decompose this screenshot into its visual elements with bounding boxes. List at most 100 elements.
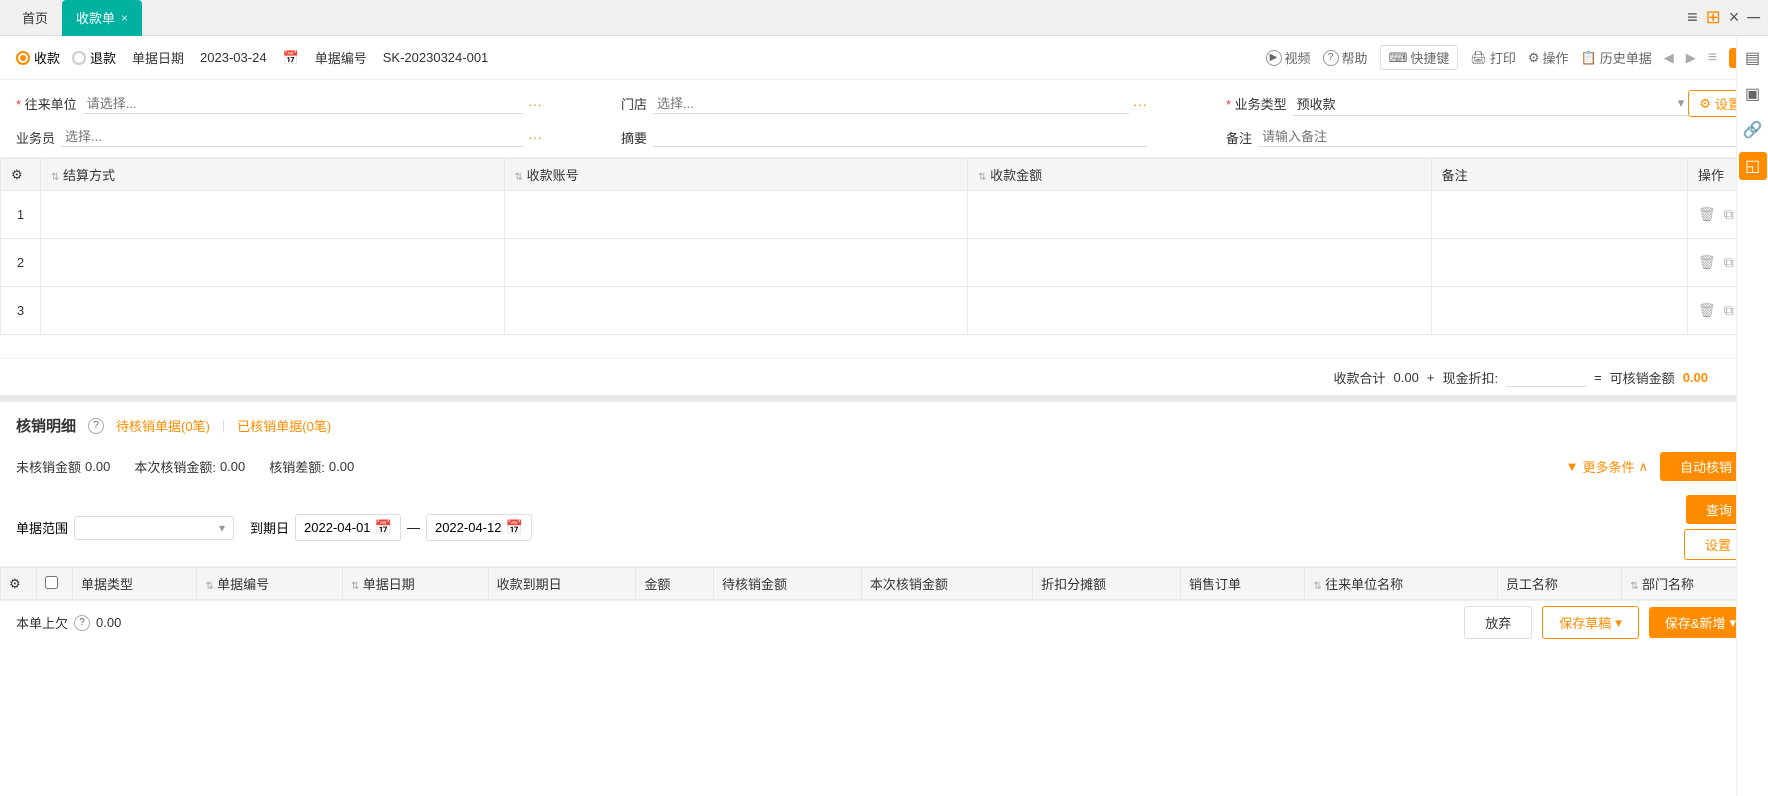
sidebar-icon-grid[interactable]: ▣ [1739,80,1767,108]
scope-select[interactable]: ▾ [74,516,234,540]
bottom-table-gear[interactable]: ⚙ [9,576,21,591]
bottom-bar: 本单上欠 ? 0.00 放弃 保存草稿 ▾ 保存&新增 ▾ [0,600,1768,644]
list-icon[interactable]: ≡ [1708,49,1717,67]
sidebar-icon-link[interactable]: 🔗 [1739,116,1767,144]
btn-shortcut[interactable]: ⌨ 快捷键 [1380,45,1459,70]
radio-group: 收款 退款 [16,48,116,67]
cal-to-icon[interactable]: 📅 [505,519,522,536]
radio-receipt-label: 收款 [34,48,60,67]
staff-field: 业务员 ··· [16,127,542,147]
more-filter-btn[interactable]: ▼ 更多条件 ∧ [1566,457,1648,476]
verif-done-tab[interactable]: 已核销单据(0笔) [237,416,331,435]
row-3-remark[interactable] [1431,287,1687,335]
bottom-col-date-label: 单据日期 [363,577,415,592]
bottom-table: ⚙ 单据类型 ⇅ 单据编号 ⇅ 单据日期 [0,567,1768,600]
layout-icon[interactable]: ⊞ [1706,7,1721,28]
date-to-input[interactable]: 2022-04-12 📅 [426,514,532,541]
window-close-icon[interactable]: × [1729,7,1740,28]
form-row-1: 往来单位 ··· 门店 ··· 业务类型 预收款 ▾ ⚙ [16,90,1752,117]
staff-input[interactable] [61,127,524,147]
btn-video[interactable]: ▶ 视频 [1266,48,1311,67]
date-value[interactable]: 2023-03-24 [200,50,267,65]
verif-info-icon[interactable]: ? [88,418,104,434]
row-2-amount[interactable] [968,239,1432,287]
nav-next-icon[interactable]: ▶ [1686,50,1696,66]
select-all-checkbox[interactable] [45,576,58,589]
bottom-bar-left: 本单上欠 ? 0.00 [16,613,121,632]
btn-operation[interactable]: ⚙ 操作 [1528,48,1569,67]
summary-input[interactable] [653,127,1147,147]
sum-value: 0.00 [1394,370,1419,385]
cal-from-icon[interactable]: 📅 [375,519,392,536]
store-more-btn[interactable]: ··· [1133,96,1147,112]
tab-receipt[interactable]: 收款单 × [62,0,142,36]
row-3-delete-icon[interactable]: 🗑 [1698,302,1716,319]
verif-pending-tab[interactable]: 待核销单据(0笔) [116,416,210,435]
bottom-col-partner-label: 往来单位名称 [1325,577,1403,592]
col-settings-header[interactable]: ⚙ [1,159,41,191]
save-draft-btn[interactable]: 保存草稿 ▾ [1542,606,1639,639]
doc-number-label: 单据编号 [315,48,367,67]
due-date-filter: 到期日 2022-04-01 📅 — 2022-04-12 📅 [250,514,532,541]
discard-btn[interactable]: 放弃 [1464,606,1532,639]
staff-more-btn[interactable]: ··· [528,129,542,145]
print-icon: 🖨 [1470,50,1487,66]
row-2-settlement[interactable] [41,239,505,287]
help-icon: ? [1323,50,1339,66]
bottom-col-settings[interactable]: ⚙ [1,568,37,600]
staff-label: 业务员 [16,128,55,147]
per-order-value: 0.00 [96,615,121,630]
btn-help[interactable]: ? 帮助 [1323,48,1368,67]
row-3-amount[interactable] [968,287,1432,335]
sidebar-icon-expand[interactable]: ◱ [1739,152,1767,180]
expand-icon[interactable]: ≡ [1687,7,1698,28]
btn-history[interactable]: 📋 历史单据 [1581,48,1652,67]
bottom-col-due-date: 收款到期日 [488,568,636,600]
scope-arrow: ▾ [219,521,225,535]
per-order-info-icon[interactable]: ? [74,615,90,631]
window-min-icon[interactable]: ─ [1747,7,1760,28]
row-1-account[interactable] [504,191,968,239]
verif-tab-sep: | [222,418,225,433]
date-from-input[interactable]: 2022-04-01 📅 [295,514,401,541]
tab-close-icon[interactable]: × [121,11,128,25]
row-1-delete-icon[interactable]: 🗑 [1698,206,1716,223]
verification-section: 核销明细 ? 待核销单据(0笔) | 已核销单据(0笔) 未核销金额 0.00 … [0,403,1768,566]
row-3-account[interactable] [504,287,968,335]
remark-input[interactable] [1258,127,1752,147]
plus-sign: + [1427,370,1435,385]
business-type-select[interactable]: 预收款 ▾ [1293,92,1689,116]
tab-home[interactable]: 首页 [8,0,62,36]
bottom-col-checkbox[interactable] [37,568,73,600]
available-value: 0.00 [1683,370,1708,385]
row-3-copy-icon[interactable]: ⧉ [1724,302,1734,319]
discount-input[interactable] [1506,367,1586,387]
row-1-remark[interactable] [1431,191,1687,239]
row-1-settlement[interactable] [41,191,505,239]
table-row: 3 🗑 ⧉ [1,287,1768,335]
col-remark-label: 备注 [1442,168,1468,183]
date-label: 单据日期 [132,48,184,67]
row-2-delete-icon[interactable]: 🗑 [1698,254,1716,271]
partner-input[interactable] [83,94,524,114]
row-2-account[interactable] [504,239,968,287]
radio-receipt[interactable]: 收款 [16,48,60,67]
partner-more-btn[interactable]: ··· [528,96,542,112]
row-2-remark[interactable] [1431,239,1687,287]
store-input[interactable] [653,94,1129,114]
date-to-value: 2022-04-12 [435,520,502,535]
sidebar-icon-table[interactable]: ▤ [1739,44,1767,72]
radio-refund-label: 退款 [90,48,116,67]
available-label: 可核销金额 [1610,368,1675,387]
btn-print[interactable]: 🖨 打印 [1470,48,1516,67]
row-1-amount[interactable] [968,191,1432,239]
row-2-copy-icon[interactable]: ⧉ [1724,254,1734,271]
table-settings-gear[interactable]: ⚙ [11,167,23,182]
per-order-label: 本单上欠 [16,613,68,632]
row-1-copy-icon[interactable]: ⧉ [1724,206,1734,223]
radio-refund[interactable]: 退款 [72,48,116,67]
calendar-icon[interactable]: 📅 [283,50,299,66]
row-3-settlement[interactable] [41,287,505,335]
nav-prev-icon[interactable]: ◀ [1664,50,1674,66]
toolbar-right: ▶ 视频 ? 帮助 ⌨ 快捷键 🖨 打印 ⚙ 操作 📋 历史单据 [1266,45,1752,70]
